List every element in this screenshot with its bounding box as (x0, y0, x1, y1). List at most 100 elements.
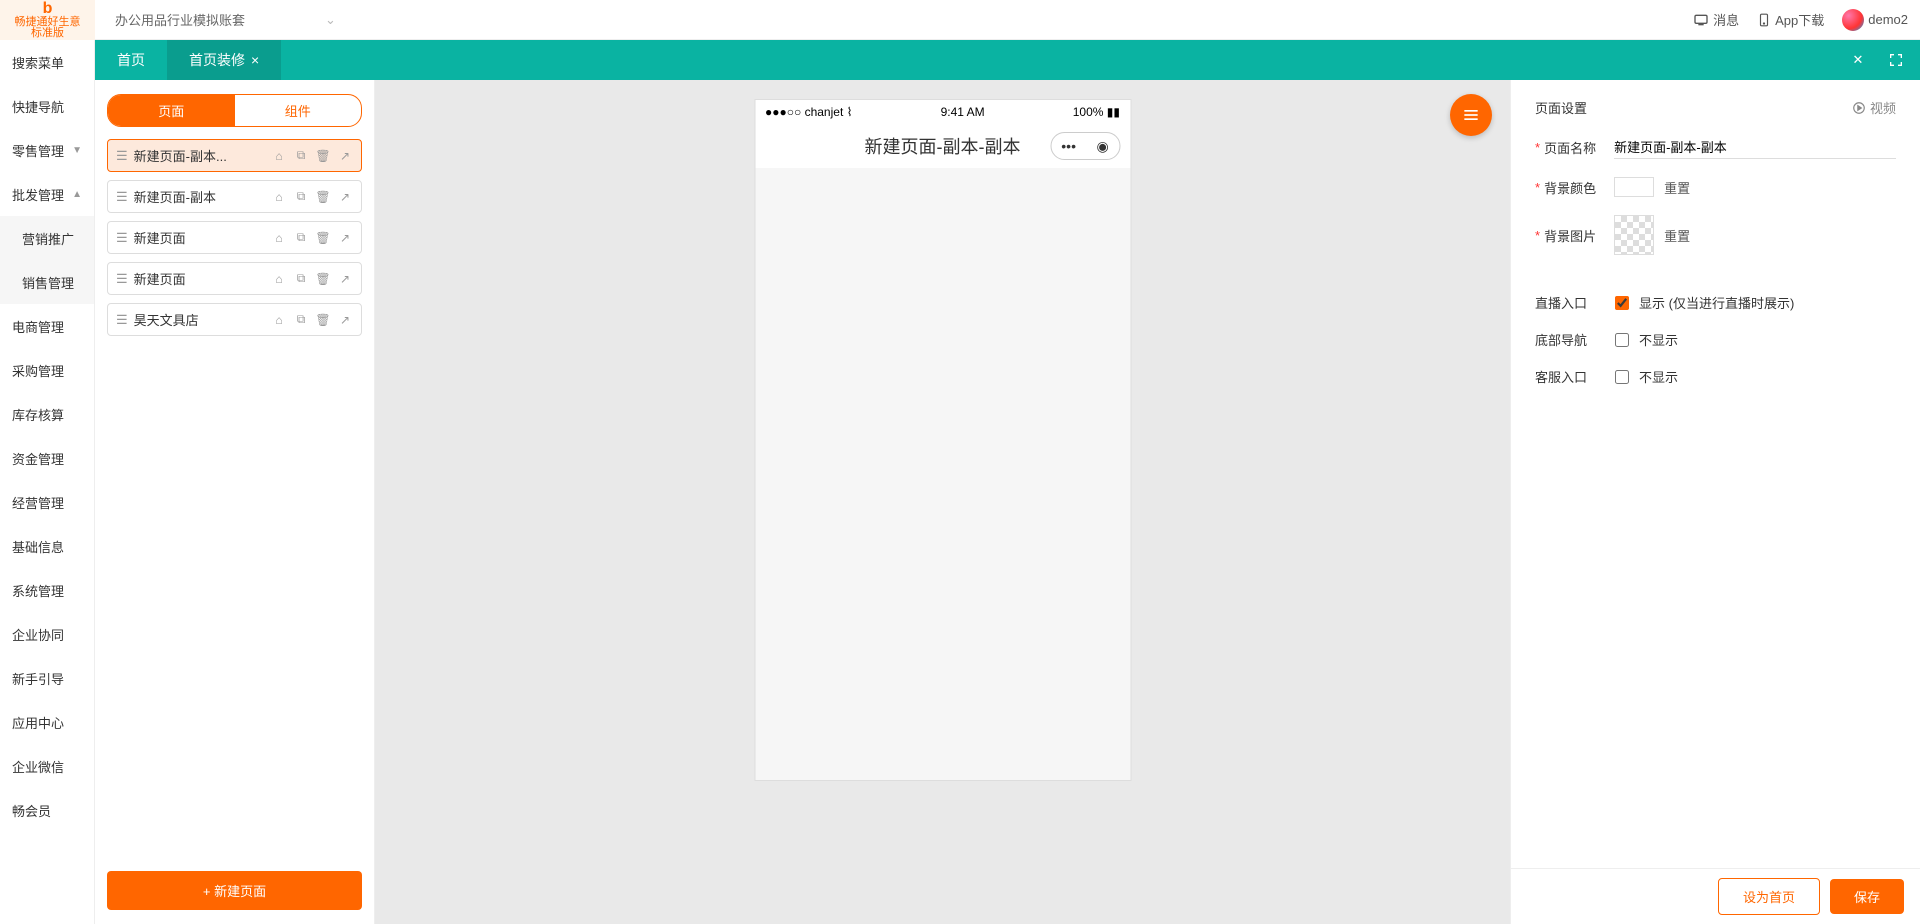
nav-member[interactable]: 畅会员 (0, 788, 94, 832)
bg-image-picker[interactable] (1614, 215, 1654, 255)
nav-collab[interactable]: 企业协同 (0, 612, 94, 656)
copy-icon[interactable]: ⧉ (293, 148, 309, 164)
close-icon[interactable]: × (251, 52, 259, 68)
page-row[interactable]: ☰ 新建页面 ⌂ ⧉ 🗑 ↗ (107, 221, 362, 254)
home-icon[interactable]: ⌂ (271, 148, 287, 164)
phone-body[interactable] (755, 168, 1130, 780)
tab-strip: 首页 首页装修 × ✕ (95, 40, 1920, 80)
user-menu[interactable]: demo2 (1842, 9, 1908, 31)
nav-wholesale[interactable]: 批发管理▲ (0, 172, 94, 216)
drag-icon[interactable]: ☰ (116, 148, 128, 164)
copy-icon[interactable]: ⧉ (293, 189, 309, 205)
delete-icon[interactable]: 🗑 (315, 271, 331, 287)
page-row[interactable]: ☰ 新建页面-副本 ⌂ ⧉ 🗑 ↗ (107, 180, 362, 213)
tab-close-button[interactable]: ✕ (1844, 40, 1872, 80)
tab-decoration[interactable]: 首页装修 × (167, 40, 281, 80)
app-download-link[interactable]: App下载 (1757, 10, 1824, 29)
live-checkbox[interactable] (1615, 296, 1629, 310)
set-home-button[interactable]: 设为首页 (1718, 878, 1820, 915)
phone-status-bar: ●●●○○ chanjet ⌇ 9:41 AM 100% ▮▮ (755, 100, 1130, 124)
service-checkbox[interactable] (1615, 370, 1629, 384)
drag-icon[interactable]: ☰ (116, 189, 128, 205)
field-service: 客服入口 不显示 (1535, 367, 1896, 386)
chevron-down-icon: ⌄ (325, 12, 336, 28)
battery-icon: ▮▮ (1107, 105, 1120, 119)
play-icon (1852, 101, 1866, 115)
page-row[interactable]: ☰ 昊天文具店 ⌂ ⧉ 🗑 ↗ (107, 303, 362, 336)
more-icon[interactable]: ••• (1061, 138, 1076, 154)
nav-wholesale-marketing[interactable]: 营销推广 (0, 216, 94, 260)
home-icon[interactable]: ⌂ (271, 271, 287, 287)
nav-quick[interactable]: 快捷导航 (0, 84, 94, 128)
phone-title-bar: 新建页面-副本-副本 ••• ◉ (755, 124, 1130, 168)
copy-icon[interactable]: ⧉ (293, 312, 309, 328)
settings-footer: 设为首页 保存 (1511, 868, 1920, 924)
share-icon[interactable]: ↗ (337, 148, 353, 164)
fullscreen-icon[interactable] (1882, 40, 1910, 80)
nav-finance[interactable]: 资金管理 (0, 436, 94, 480)
nav-system[interactable]: 系统管理 (0, 568, 94, 612)
reset-bg-color[interactable]: 重置 (1664, 178, 1690, 197)
new-page-button[interactable]: + 新建页面 (107, 871, 362, 910)
video-help-link[interactable]: 视频 (1852, 98, 1896, 117)
save-button[interactable]: 保存 (1830, 879, 1904, 914)
drag-icon[interactable]: ☰ (116, 312, 128, 328)
home-icon[interactable]: ⌂ (271, 312, 287, 328)
share-icon[interactable]: ↗ (337, 189, 353, 205)
phone-title: 新建页面-副本-副本 (865, 133, 1021, 159)
menu-icon (1461, 105, 1481, 125)
nav-base[interactable]: 基础信息 (0, 524, 94, 568)
share-icon[interactable]: ↗ (337, 271, 353, 287)
tab-home[interactable]: 首页 (95, 40, 167, 80)
work-area: 页面 组件 ☰ 新建页面-副本... ⌂ ⧉ 🗑 ↗ ☰ 新建页面-副本 ⌂ ⧉… (95, 80, 1920, 924)
nav-retail[interactable]: 零售管理▼ (0, 128, 94, 172)
nav-wechat[interactable]: 企业微信 (0, 744, 94, 788)
page-name-input[interactable] (1614, 135, 1896, 159)
copy-icon[interactable]: ⧉ (293, 271, 309, 287)
drag-icon[interactable]: ☰ (116, 230, 128, 246)
messages-link[interactable]: 消息 (1693, 10, 1739, 29)
segment-page[interactable]: 页面 (108, 95, 235, 126)
bg-color-swatch[interactable] (1614, 177, 1654, 197)
preview-canvas: ●●●○○ chanjet ⌇ 9:41 AM 100% ▮▮ 新建页面-副本-… (375, 80, 1510, 924)
copy-icon[interactable]: ⧉ (293, 230, 309, 246)
nav-wholesale-sales[interactable]: 销售管理 (0, 260, 94, 304)
nav-search[interactable]: 搜索菜单 (0, 40, 94, 84)
segment-component[interactable]: 组件 (235, 95, 362, 126)
nav-apps[interactable]: 应用中心 (0, 700, 94, 744)
phone-time: 9:41 AM (941, 105, 985, 119)
settings-title: 页面设置 (1535, 98, 1587, 117)
nav-purchase[interactable]: 采购管理 (0, 348, 94, 392)
delete-icon[interactable]: 🗑 (315, 189, 331, 205)
delete-icon[interactable]: 🗑 (315, 312, 331, 328)
brand-logo[interactable]: b 畅捷通好生意 标准版 (0, 0, 95, 40)
top-bar: b 畅捷通好生意 标准版 办公用品行业模拟账套 ⌄ 消息 App下载 demo2 (0, 0, 1920, 40)
account-selector[interactable]: 办公用品行业模拟账套 ⌄ (115, 10, 336, 29)
nav-ecom[interactable]: 电商管理 (0, 304, 94, 348)
delete-icon[interactable]: 🗑 (315, 230, 331, 246)
phone-frame: ●●●○○ chanjet ⌇ 9:41 AM 100% ▮▮ 新建页面-副本-… (755, 100, 1130, 780)
nav-operation[interactable]: 经营管理 (0, 480, 94, 524)
bottom-nav-checkbox[interactable] (1615, 333, 1629, 347)
delete-icon[interactable]: 🗑 (315, 148, 331, 164)
reset-bg-image[interactable]: 重置 (1664, 226, 1690, 245)
nav-guide[interactable]: 新手引导 (0, 656, 94, 700)
avatar-icon (1842, 9, 1864, 31)
home-icon[interactable]: ⌂ (271, 189, 287, 205)
account-label: 办公用品行业模拟账套 (115, 10, 245, 29)
caret-down-icon: ▼ (72, 145, 82, 156)
field-live: 直播入口 显示 (仅当进行直播时展示) (1535, 293, 1896, 312)
target-icon[interactable]: ◉ (1097, 138, 1109, 155)
wifi-icon: ⌇ (847, 105, 853, 119)
home-icon[interactable]: ⌂ (271, 230, 287, 246)
drag-icon[interactable]: ☰ (116, 271, 128, 287)
share-icon[interactable]: ↗ (337, 230, 353, 246)
settings-panel: 页面设置 视频 * 页面名称 * 背景颜色 重置 * 背景图片 (1510, 80, 1920, 924)
share-icon[interactable]: ↗ (337, 312, 353, 328)
left-nav: 搜索菜单 快捷导航 零售管理▼ 批发管理▲ 营销推广 销售管理 电商管理 采购管… (0, 40, 95, 924)
nav-stock[interactable]: 库存核算 (0, 392, 94, 436)
component-fab[interactable] (1450, 94, 1492, 136)
page-row[interactable]: ☰ 新建页面 ⌂ ⧉ 🗑 ↗ (107, 262, 362, 295)
page-row[interactable]: ☰ 新建页面-副本... ⌂ ⧉ 🗑 ↗ (107, 139, 362, 172)
miniapp-capsule[interactable]: ••• ◉ (1050, 132, 1120, 160)
